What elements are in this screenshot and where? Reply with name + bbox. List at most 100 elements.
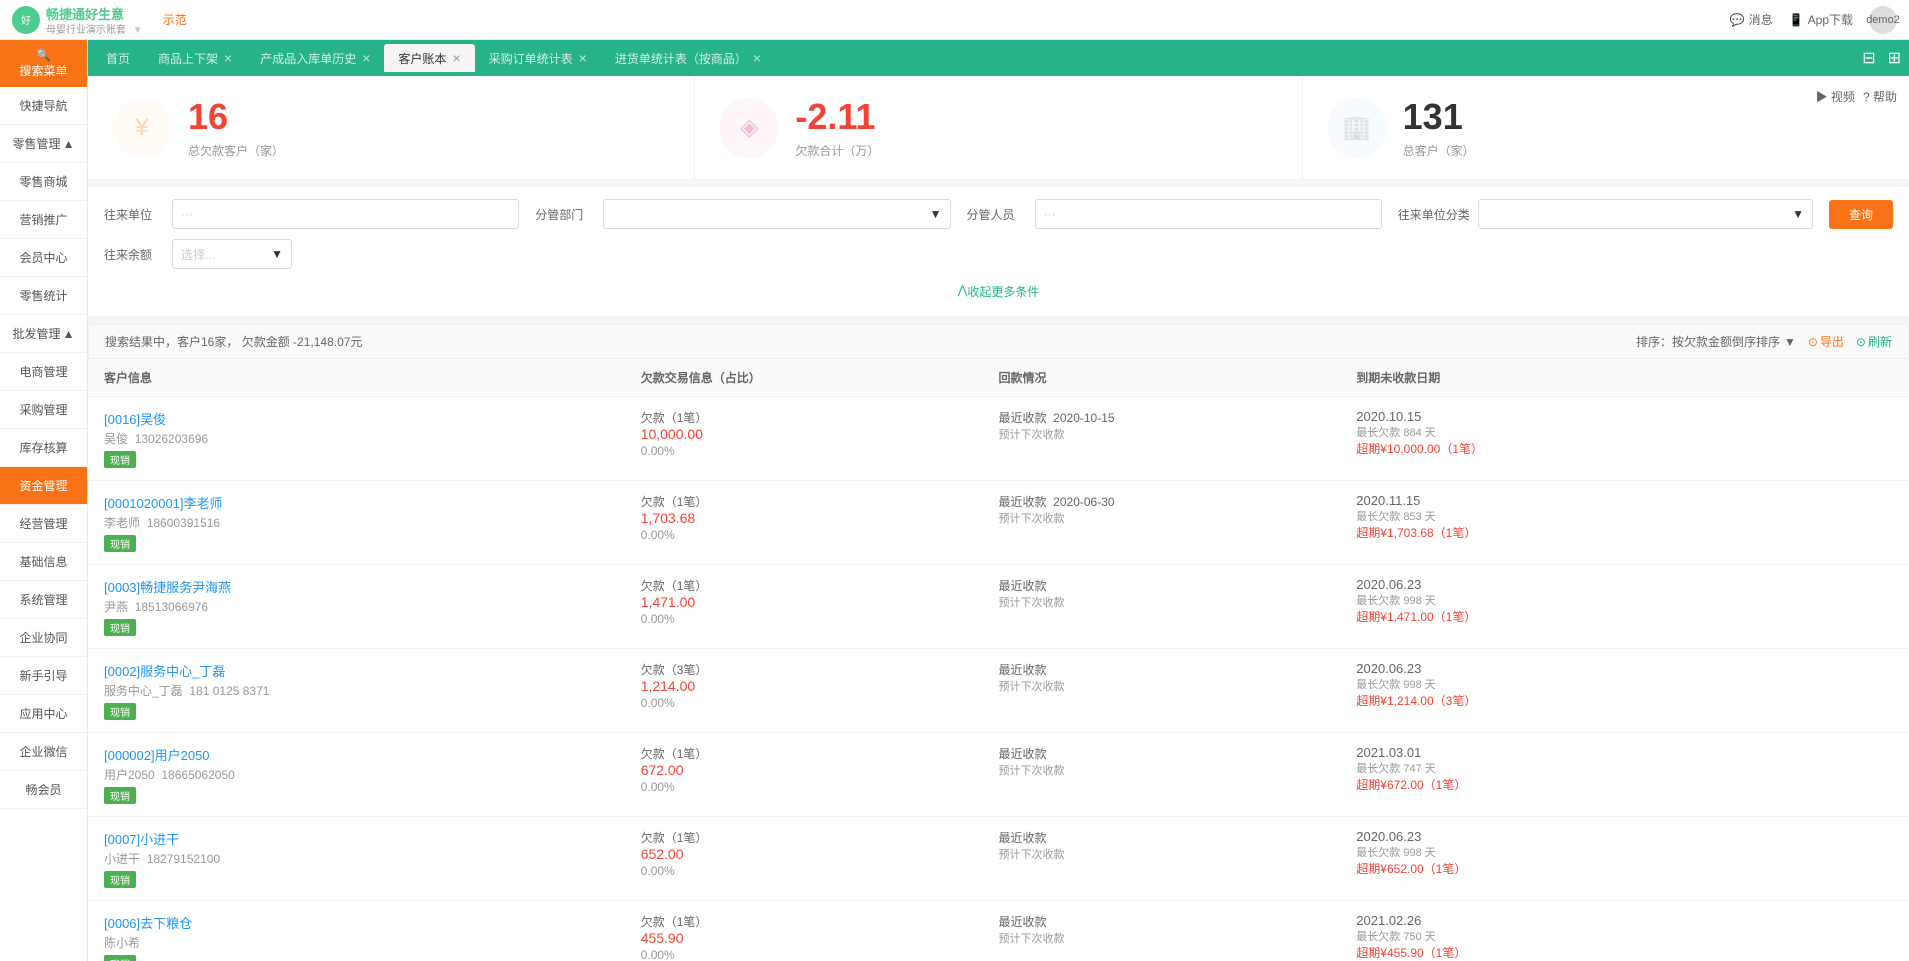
user-avatar[interactable]: demo2: [1869, 6, 1897, 34]
tab-product-status[interactable]: 商品上下架 ×: [144, 44, 246, 72]
collapse-row[interactable]: ⋀ 收起更多条件: [104, 279, 1893, 304]
sidebar-item-marketing[interactable]: 营销推广: [0, 201, 87, 239]
debt-ratio: 0.00%: [641, 612, 999, 626]
tab-finished-goods[interactable]: 产成品入库单历史 ×: [246, 44, 384, 72]
tab-purchase-order[interactable]: 采购订单统计表 ×: [475, 44, 601, 72]
sidebar-item-inventory[interactable]: 库存核算: [0, 429, 87, 467]
sidebar-item-retail-mgmt[interactable]: 零售管理 ▲: [0, 125, 87, 163]
overdue-amount[interactable]: 超期¥652.00（1笔）: [1356, 860, 1893, 877]
balance-select[interactable]: 选择... ▼: [172, 239, 292, 269]
refresh-button[interactable]: ⊙ 刷新: [1856, 333, 1892, 350]
export-button[interactable]: ⊙ 导出: [1808, 333, 1844, 350]
stat-number-overdue: 16: [188, 96, 284, 138]
tab-purchase-stats[interactable]: 进货单统计表（按商品） ×: [601, 44, 775, 72]
sidebar-search[interactable]: 🔍 搜索菜单: [0, 40, 87, 87]
sidebar-item-retail-stats[interactable]: 零售统计: [0, 277, 87, 315]
sidebar-item-label: 零售管理: [13, 135, 61, 152]
sidebar-item-system[interactable]: 系统管理: [0, 581, 87, 619]
customer-name[interactable]: [0007]小进干: [104, 829, 641, 848]
debt-ratio: 0.00%: [641, 696, 999, 710]
customer-name[interactable]: [0006]去下粮仓: [104, 913, 641, 932]
overdue-amount[interactable]: 超期¥1,214.00（3笔）: [1356, 692, 1893, 709]
payment-info-col: 最近收款 预计下次收款: [998, 661, 1356, 720]
message-button[interactable]: 💬 消息: [1730, 11, 1773, 28]
customer-sub: 吴俊 13026203696: [104, 430, 641, 447]
stat-info-debt: -2.11 欠款合计（万）: [795, 96, 879, 159]
sidebar-item-label: 资金管理: [19, 479, 67, 493]
category-select[interactable]: ▼: [1478, 199, 1813, 229]
debt-amount: 10,000.00: [641, 426, 999, 442]
tab-close-icon[interactable]: ×: [452, 50, 460, 66]
customer-name[interactable]: [0002]服务中心_丁磊: [104, 661, 641, 680]
sidebar-item-enterprise-collab[interactable]: 企业协同: [0, 619, 87, 657]
filter-label-category: 往来单位分类: [1398, 206, 1470, 223]
sidebar-item-label: 基础信息: [19, 555, 67, 569]
refresh-icon: ⊙: [1856, 335, 1866, 349]
dropdown-icon: ▼: [930, 207, 942, 221]
overdue-amount[interactable]: 超期¥672.00（1笔）: [1356, 776, 1893, 793]
sidebar-item-ecommerce[interactable]: 电商管理: [0, 353, 87, 391]
debt-info-col: 欠款（1笔） 1,703.68 0.00%: [641, 493, 999, 552]
debt-amount: 1,471.00: [641, 594, 999, 610]
manager-input[interactable]: ···: [1035, 199, 1382, 229]
sort-select[interactable]: 排序：按欠款金额倒序排序 ▼: [1636, 333, 1796, 350]
table-row: [0007]小进干 小进干 18279152100 现销 欠款（1笔） 652.…: [88, 817, 1909, 901]
chevron-down-icon: ▲: [63, 327, 75, 341]
tab-restore-icon[interactable]: ⊟: [1858, 46, 1879, 70]
tab-home[interactable]: 首页: [92, 44, 144, 72]
tab-fullscreen-icon[interactable]: ⊞: [1884, 46, 1905, 70]
sidebar-item-enterprise-wechat[interactable]: 企业微信: [0, 733, 87, 771]
stat-label-total: 总客户（家）: [1403, 142, 1475, 159]
customer-name[interactable]: [0001020001]李老师: [104, 493, 641, 512]
due-info-col: 2021.03.01 最长欠款 747 天 超期¥672.00（1笔）: [1356, 745, 1893, 804]
sidebar-item-member[interactable]: 会员中心: [0, 239, 87, 277]
overdue-amount[interactable]: 超期¥10,000.00（1笔）: [1356, 440, 1893, 457]
sidebar-item-chang-member[interactable]: 畅会员: [0, 771, 87, 809]
table-row: [0016]吴俊 吴俊 13026203696 现销 欠款（1笔） 10,000…: [88, 397, 1909, 481]
sidebar-item-wholesale[interactable]: 批发管理 ▲: [0, 315, 87, 353]
sidebar-item-purchase[interactable]: 采购管理: [0, 391, 87, 429]
tab-customer-account[interactable]: 客户账本 ×: [384, 44, 474, 72]
sidebar-item-basic-info[interactable]: 基础信息: [0, 543, 87, 581]
video-button[interactable]: ▶ 视频: [1816, 88, 1855, 105]
dropdown-icon: ▼: [1792, 207, 1804, 221]
sidebar-item-retail-mall[interactable]: 零售商城: [0, 163, 87, 201]
overdue-amount[interactable]: 超期¥1,703.68（1笔）: [1356, 524, 1893, 541]
overdue-amount[interactable]: 超期¥1,471.00（1笔）: [1356, 608, 1893, 625]
sidebar-item-quick-nav[interactable]: 快捷导航: [0, 87, 87, 125]
overdue-amount[interactable]: 超期¥455.90（1笔）: [1356, 944, 1893, 961]
due-date: 2020.11.15: [1356, 493, 1893, 508]
payment-info-col: 最近收款 预计下次收款: [998, 745, 1356, 804]
next-payment: 预计下次收款: [998, 762, 1356, 778]
sidebar-item-newbie[interactable]: 新手引导: [0, 657, 87, 695]
help-button[interactable]: ? 帮助: [1863, 88, 1897, 105]
user-name: demo2: [1866, 14, 1900, 26]
customer-name[interactable]: [0016]吴俊: [104, 409, 641, 428]
dept-select[interactable]: ▼: [603, 199, 950, 229]
tab-close-icon[interactable]: ×: [579, 50, 587, 66]
tab-label: 采购订单统计表: [489, 50, 573, 67]
vendor-input[interactable]: ···: [172, 199, 519, 229]
due-info-col: 2020.11.15 最长欠款 853 天 超期¥1,703.68（1笔）: [1356, 493, 1893, 552]
filter-label-manager: 分管人员: [967, 206, 1027, 223]
customer-name[interactable]: [000002]用户2050: [104, 745, 641, 764]
tab-label: 进货单统计表（按商品）: [615, 50, 747, 67]
tab-close-icon[interactable]: ×: [753, 50, 761, 66]
tab-close-icon[interactable]: ×: [362, 50, 370, 66]
stat-card-overdue-customers: ¥ 16 总欠款客户（家）: [88, 76, 695, 179]
query-button[interactable]: 查询: [1829, 200, 1893, 229]
payment-info-col: 最近收款 预计下次收款: [998, 577, 1356, 636]
sidebar-item-app-center[interactable]: 应用中心: [0, 695, 87, 733]
tab-close-icon[interactable]: ×: [224, 50, 232, 66]
sidebar-item-label: 采购管理: [19, 403, 67, 417]
sidebar-item-finance[interactable]: 资金管理: [0, 467, 87, 505]
sidebar-item-label: 新手引导: [19, 669, 67, 683]
customer-name[interactable]: [0003]畅捷服务尹海燕: [104, 577, 641, 596]
app-download-button[interactable]: 📱 App下载: [1789, 11, 1853, 28]
video-icon: ▶: [1816, 90, 1828, 104]
collapse-label: 收起更多条件: [967, 283, 1039, 300]
next-payment: 预计下次收款: [998, 846, 1356, 862]
sidebar-item-operations[interactable]: 经营管理: [0, 505, 87, 543]
logo-area: 好 畅捷通好生意 母婴行业演示账套 ▼: [12, 4, 147, 36]
stat-icon-money: ¥: [112, 98, 172, 158]
